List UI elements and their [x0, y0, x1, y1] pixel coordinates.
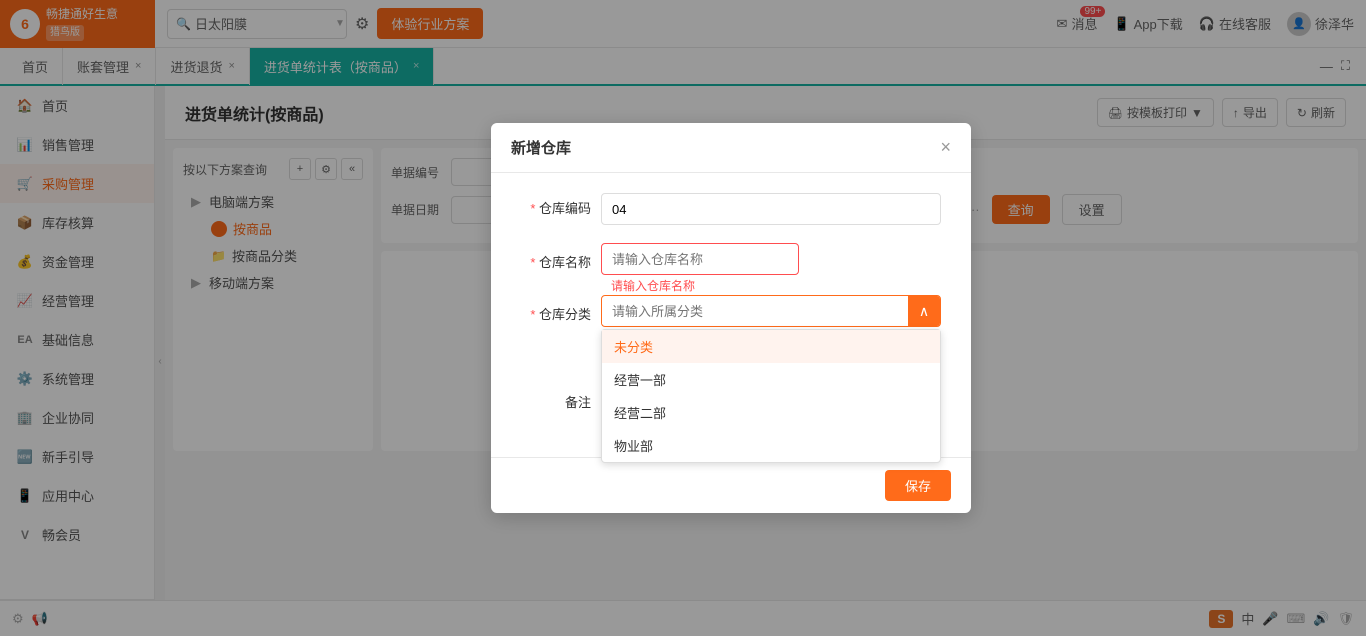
- form-row-category: 仓库分类 ∧ 未分类 经营一部 经营二部 物业部: [521, 295, 941, 327]
- modal-footer: 保存: [491, 457, 971, 513]
- category-toggle-button[interactable]: ∧: [908, 295, 940, 327]
- dropdown-item-property[interactable]: 物业部: [602, 429, 940, 462]
- category-input-container: ∧: [601, 295, 941, 327]
- category-label: 仓库分类: [521, 299, 601, 323]
- form-row-name: 仓库名称 请输入仓库名称: [521, 243, 941, 277]
- dropdown-item-ops2[interactable]: 经营二部: [602, 396, 940, 429]
- note-label: 备注: [521, 387, 601, 411]
- code-label: 仓库编码: [521, 193, 601, 217]
- modal-close-button[interactable]: ×: [940, 137, 951, 158]
- modal-header: 新增仓库 ×: [491, 123, 971, 173]
- category-input[interactable]: [602, 299, 908, 324]
- dropdown-item-ops1[interactable]: 经营一部: [602, 363, 940, 396]
- form-row-code: 仓库编码: [521, 193, 941, 225]
- modal-title: 新增仓库: [511, 137, 571, 158]
- name-input[interactable]: [601, 243, 799, 275]
- code-input[interactable]: [601, 193, 941, 225]
- name-label: 仓库名称: [521, 247, 601, 271]
- save-button[interactable]: 保存: [885, 470, 951, 501]
- name-error-message: 请输入仓库名称: [611, 277, 695, 294]
- category-input-wrapper: ∧ 未分类 经营一部 经营二部 物业部: [601, 295, 941, 327]
- add-warehouse-modal: 新增仓库 × 仓库编码 仓库名称 请输入仓库名称 仓库分类 ∧: [491, 123, 971, 513]
- category-dropdown: 未分类 经营一部 经营二部 物业部: [601, 329, 941, 463]
- dropdown-item-unclassified[interactable]: 未分类: [602, 330, 940, 363]
- modal-body: 仓库编码 仓库名称 请输入仓库名称 仓库分类 ∧ 未分类: [491, 173, 971, 457]
